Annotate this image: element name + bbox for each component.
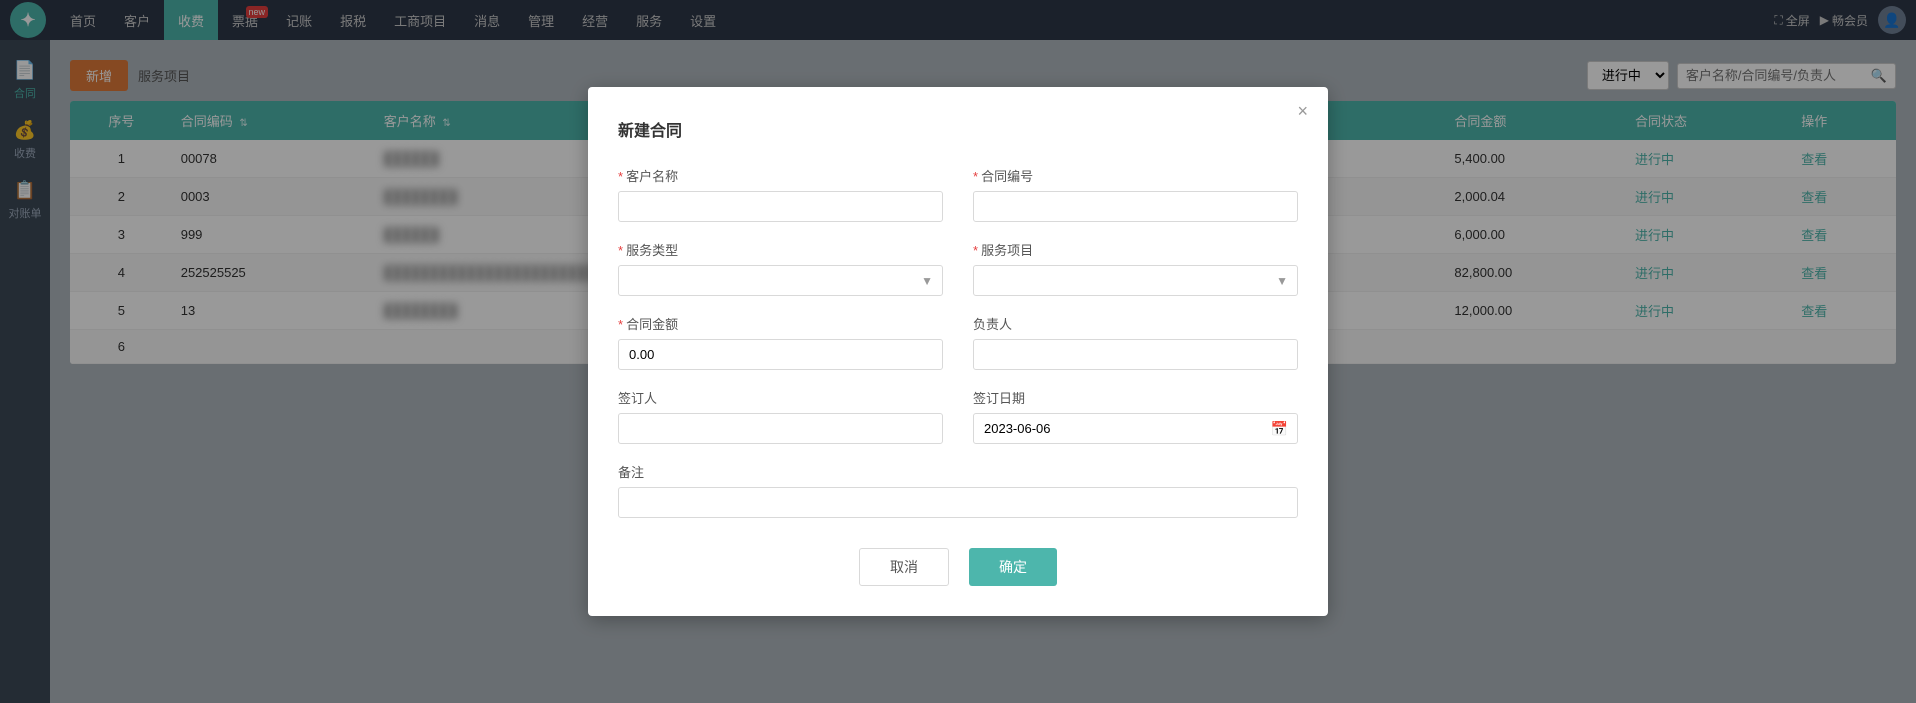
customer-label: *客户名称 [618, 166, 943, 185]
signer-input[interactable] [618, 413, 943, 444]
field-notes: 备注 [618, 462, 1298, 518]
sign-date-wrap: 📅 [973, 413, 1298, 444]
customer-input[interactable] [618, 191, 943, 222]
modal-close-button[interactable]: × [1297, 102, 1308, 120]
confirm-button[interactable]: 确定 [969, 548, 1057, 586]
modal-title: 新建合同 [618, 117, 1298, 141]
field-amount: *合同金额 [618, 314, 943, 370]
service-item-select[interactable] [973, 265, 1298, 296]
field-responsible: 负责人 [973, 314, 1298, 370]
modal-overlay: 新建合同 × *客户名称 *合同编号 *服务类型 [0, 0, 1916, 703]
sign-date-input[interactable] [973, 413, 1298, 444]
notes-label: 备注 [618, 462, 1298, 481]
responsible-label: 负责人 [973, 314, 1298, 333]
contract-no-label: *合同编号 [973, 166, 1298, 185]
signer-label: 签订人 [618, 388, 943, 407]
notes-input[interactable] [618, 487, 1298, 518]
field-customer: *客户名称 [618, 166, 943, 222]
service-type-select[interactable] [618, 265, 943, 296]
service-type-label: *服务类型 [618, 240, 943, 259]
service-item-label: *服务项目 [973, 240, 1298, 259]
field-signer: 签订人 [618, 388, 943, 444]
amount-input[interactable] [618, 339, 943, 370]
field-service-type: *服务类型 ▼ [618, 240, 943, 296]
field-contract-no: *合同编号 [973, 166, 1298, 222]
responsible-input[interactable] [973, 339, 1298, 370]
field-sign-date: 签订日期 📅 [973, 388, 1298, 444]
sign-date-label: 签订日期 [973, 388, 1298, 407]
modal-footer: 取消 确定 [618, 548, 1298, 586]
field-service-item: *服务项目 ▼ [973, 240, 1298, 296]
new-contract-modal: 新建合同 × *客户名称 *合同编号 *服务类型 [588, 87, 1328, 616]
contract-no-input[interactable] [973, 191, 1298, 222]
form-grid: *客户名称 *合同编号 *服务类型 ▼ [618, 166, 1298, 518]
cancel-button[interactable]: 取消 [859, 548, 949, 586]
service-item-select-wrap: ▼ [973, 265, 1298, 296]
amount-label: *合同金额 [618, 314, 943, 333]
service-type-select-wrap: ▼ [618, 265, 943, 296]
